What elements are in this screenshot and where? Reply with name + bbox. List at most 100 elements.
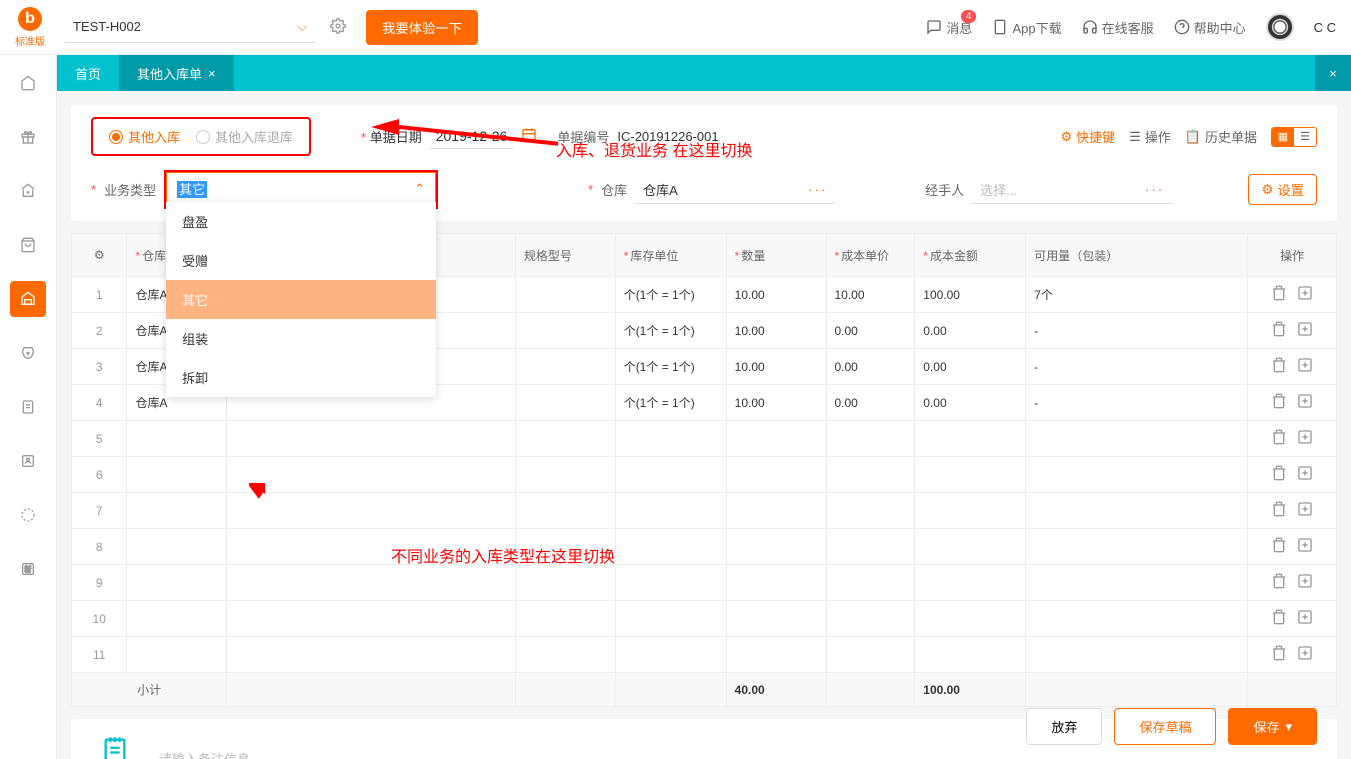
cell-qty[interactable] xyxy=(726,421,826,457)
cell-warehouse[interactable] xyxy=(127,421,227,457)
cell-price[interactable] xyxy=(826,457,915,493)
delete-icon[interactable] xyxy=(1271,537,1287,556)
settings-button[interactable]: ⚙ 设置 xyxy=(1248,174,1317,205)
cell-spec[interactable] xyxy=(515,457,615,493)
cell-amount[interactable]: 0.00 xyxy=(915,349,1026,385)
user-avatar[interactable] xyxy=(1266,13,1294,41)
cell-product[interactable] xyxy=(227,565,516,601)
delete-icon[interactable] xyxy=(1271,321,1287,340)
cell-qty[interactable] xyxy=(726,457,826,493)
cell-warehouse[interactable] xyxy=(127,457,227,493)
cell-unit[interactable]: 个(1个 = 1个) xyxy=(615,385,726,421)
cell-amount[interactable] xyxy=(915,637,1026,673)
delete-icon[interactable] xyxy=(1271,609,1287,628)
table-row[interactable]: 9 xyxy=(72,565,1337,601)
cell-spec[interactable] xyxy=(515,421,615,457)
operate-link[interactable]: ☰ 操作 xyxy=(1129,127,1171,146)
cell-warehouse[interactable] xyxy=(127,565,227,601)
cell-spec[interactable] xyxy=(515,493,615,529)
add-icon[interactable] xyxy=(1297,321,1313,340)
cell-spec[interactable] xyxy=(515,277,615,313)
close-icon[interactable]: × xyxy=(208,66,216,81)
close-all-tabs[interactable]: × xyxy=(1315,55,1351,91)
sidebar-bag-icon[interactable] xyxy=(10,227,46,263)
radio-inbound[interactable]: 其他入库 xyxy=(109,127,180,146)
add-icon[interactable] xyxy=(1297,393,1313,412)
delete-icon[interactable] xyxy=(1271,645,1287,664)
history-link[interactable]: 📋 历史单据 xyxy=(1185,127,1257,146)
sidebar-house-icon[interactable] xyxy=(10,173,46,209)
tab-current[interactable]: 其他入库单 × xyxy=(119,55,234,91)
tab-home[interactable]: 首页 xyxy=(57,55,119,91)
cell-qty[interactable]: 10.00 xyxy=(726,313,826,349)
save-draft-button[interactable]: 保存草稿 xyxy=(1114,708,1216,745)
cell-spec[interactable] xyxy=(515,349,615,385)
biz-type-dropdown[interactable]: 其它 ⌃ xyxy=(166,172,436,205)
cell-spec[interactable] xyxy=(515,565,615,601)
cell-product[interactable] xyxy=(227,601,516,637)
cell-unit[interactable]: 个(1个 = 1个) xyxy=(615,313,726,349)
sidebar-clipboard-icon[interactable] xyxy=(10,389,46,425)
cell-unit[interactable]: 个(1个 = 1个) xyxy=(615,277,726,313)
cell-qty[interactable] xyxy=(726,601,826,637)
sidebar-new-icon[interactable]: 新 xyxy=(10,551,46,587)
cell-product[interactable] xyxy=(227,493,516,529)
cell-price[interactable]: 10.00 xyxy=(826,277,915,313)
cell-price[interactable] xyxy=(826,601,915,637)
cell-product[interactable] xyxy=(227,457,516,493)
cell-unit[interactable] xyxy=(615,565,726,601)
cell-amount[interactable] xyxy=(915,601,1026,637)
cell-price[interactable]: 0.00 xyxy=(826,313,915,349)
cell-price[interactable] xyxy=(826,529,915,565)
add-icon[interactable] xyxy=(1297,609,1313,628)
cell-unit[interactable] xyxy=(615,457,726,493)
cell-unit[interactable] xyxy=(615,529,726,565)
sidebar-money-icon[interactable] xyxy=(10,335,46,371)
cell-spec[interactable] xyxy=(515,385,615,421)
cell-price[interactable] xyxy=(826,565,915,601)
dropdown-option[interactable]: 其它 xyxy=(166,280,436,319)
view-toggle[interactable]: ▦ ☰ xyxy=(1271,127,1317,147)
add-icon[interactable] xyxy=(1297,501,1313,520)
username[interactable]: C C xyxy=(1314,20,1336,35)
delete-icon[interactable] xyxy=(1271,501,1287,520)
cell-spec[interactable] xyxy=(515,313,615,349)
add-icon[interactable] xyxy=(1297,465,1313,484)
table-row[interactable]: 5 xyxy=(72,421,1337,457)
help-center-link[interactable]: 帮助中心 xyxy=(1174,18,1246,37)
cell-qty[interactable] xyxy=(726,565,826,601)
shortcut-link[interactable]: ⚙ 快捷键 xyxy=(1060,127,1115,146)
add-icon[interactable] xyxy=(1297,537,1313,556)
view-grid-icon[interactable]: ▦ xyxy=(1272,128,1294,146)
online-service-link[interactable]: 在线客服 xyxy=(1082,18,1154,37)
cell-warehouse[interactable] xyxy=(127,601,227,637)
sidebar-circle-icon[interactable] xyxy=(10,497,46,533)
cell-qty[interactable]: 10.00 xyxy=(726,277,826,313)
app-download-link[interactable]: App下载 xyxy=(992,18,1061,37)
experience-button[interactable]: 我要体验一下 xyxy=(366,10,478,45)
cell-unit[interactable]: 个(1个 = 1个) xyxy=(615,349,726,385)
cell-spec[interactable] xyxy=(515,637,615,673)
sidebar-warehouse-icon[interactable] xyxy=(10,281,46,317)
sidebar-user-icon[interactable] xyxy=(10,443,46,479)
company-selector[interactable]: TEST-H002 ⌵ xyxy=(65,11,315,43)
cell-warehouse[interactable] xyxy=(127,529,227,565)
save-button[interactable]: 保存 ▾ xyxy=(1228,708,1317,745)
dropdown-option[interactable]: 组装 xyxy=(166,319,436,358)
cell-amount[interactable] xyxy=(915,565,1026,601)
cell-qty[interactable] xyxy=(726,493,826,529)
discard-button[interactable]: 放弃 xyxy=(1026,708,1102,745)
dropdown-option[interactable]: 受赠 xyxy=(166,241,436,280)
delete-icon[interactable] xyxy=(1271,285,1287,304)
radio-return[interactable]: 其他入库退库 xyxy=(196,127,293,146)
cell-amount[interactable]: 0.00 xyxy=(915,385,1026,421)
cell-unit[interactable] xyxy=(615,637,726,673)
cell-price[interactable]: 0.00 xyxy=(826,349,915,385)
cell-unit[interactable] xyxy=(615,601,726,637)
logo[interactable]: b 标准版 xyxy=(15,7,45,48)
cell-unit[interactable] xyxy=(615,493,726,529)
cell-warehouse[interactable] xyxy=(127,493,227,529)
delete-icon[interactable] xyxy=(1271,465,1287,484)
add-icon[interactable] xyxy=(1297,573,1313,592)
messages-link[interactable]: 消息 4 xyxy=(926,18,972,37)
